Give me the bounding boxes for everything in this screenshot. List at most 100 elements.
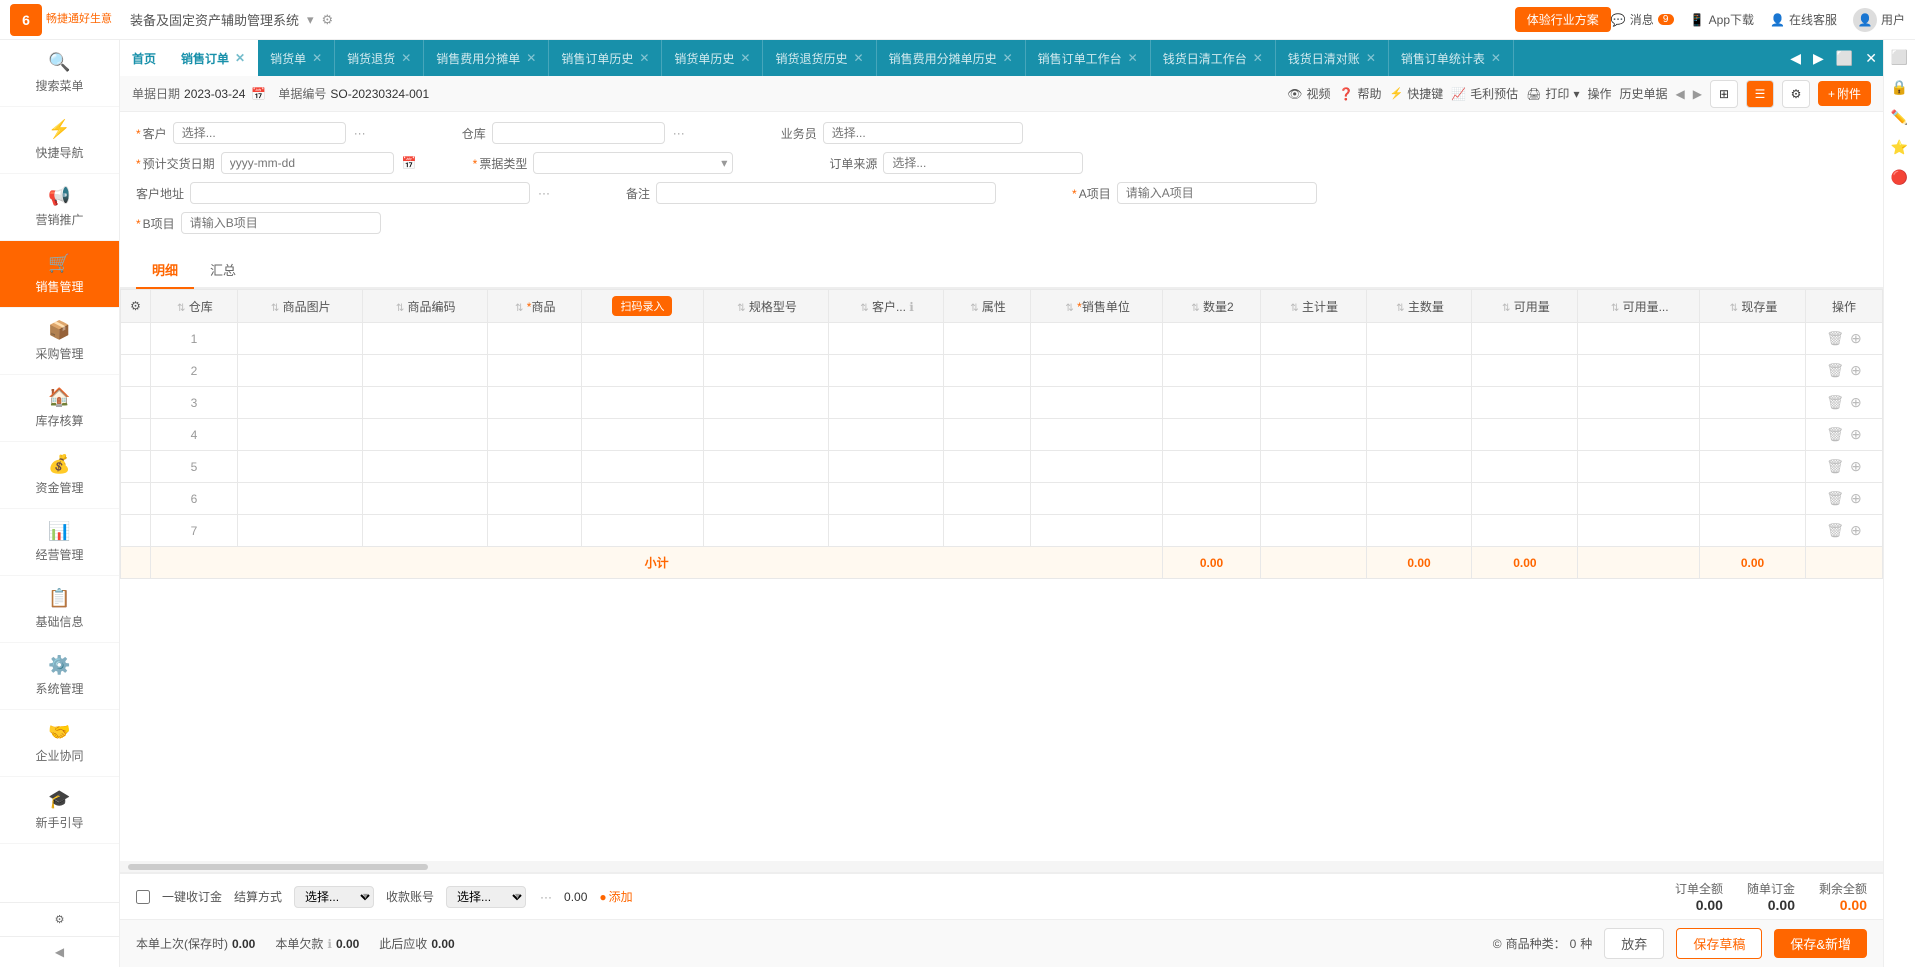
row-copy-icon[interactable]: ⊕ — [1850, 330, 1862, 347]
one-click-checkbox[interactable] — [136, 890, 150, 904]
right-panel-icon-4[interactable]: ⭐ — [1887, 134, 1913, 160]
toolbar-print[interactable]: 🖨 打印 ▾ — [1526, 85, 1579, 102]
toolbar-settings-btn[interactable]: ⚙ — [1782, 80, 1810, 108]
row-copy-icon[interactable]: ⊕ — [1850, 394, 1862, 411]
tab-return-history[interactable]: 销货退货历史 ✕ — [763, 40, 876, 76]
chevron-down-icon[interactable]: ▾ — [307, 12, 314, 28]
toolbar-history[interactable]: 历史单据 — [1619, 85, 1667, 102]
tab-next-btn[interactable]: ▶ — [1807, 50, 1830, 67]
row-delete-icon[interactable]: 🗑 — [1826, 490, 1844, 507]
calendar-icon[interactable]: 📅 — [251, 87, 266, 101]
tab-close-cash-workbench[interactable]: ✕ — [1253, 51, 1263, 65]
sidebar-item-enterprise[interactable]: 🤝 企业协同 — [0, 710, 119, 777]
toolbar-shortcut[interactable]: ⚡ 快捷键 — [1390, 85, 1444, 102]
tab-order-history[interactable]: 销售订单历史 ✕ — [549, 40, 662, 76]
right-panel-icon-5[interactable]: 🔴 — [1887, 164, 1913, 190]
discard-button[interactable]: 放弃 — [1604, 928, 1664, 959]
row-copy-icon[interactable]: ⊕ — [1850, 490, 1862, 507]
plan-button[interactable]: 体验行业方案 — [1515, 7, 1611, 32]
tab-close-return[interactable]: ✕ — [401, 51, 411, 65]
address-input[interactable] — [190, 182, 530, 204]
sidebar-settings[interactable]: ⚙ — [0, 903, 119, 936]
row-copy-icon[interactable]: ⊕ — [1850, 458, 1862, 475]
tab-cash-workbench[interactable]: 钱货日清工作台 ✕ — [1151, 40, 1276, 76]
tab-expense[interactable]: 销售费用分摊单 ✕ — [424, 40, 549, 76]
add-payment-btn[interactable]: ● 添加 — [599, 888, 632, 905]
salesperson-input[interactable] — [823, 122, 1023, 144]
tab-close-sales-invoice[interactable]: ✕ — [312, 51, 322, 65]
row-delete-icon[interactable]: 🗑 — [1826, 362, 1844, 379]
tab-invoice-history[interactable]: 销货单历史 ✕ — [662, 40, 763, 76]
sidebar-item-sales[interactable]: 🛒 销售管理 — [0, 241, 119, 308]
sidebar-item-basic[interactable]: 📋 基础信息 — [0, 576, 119, 643]
toolbar-view[interactable]: 👁 视频 — [1287, 85, 1330, 102]
detail-tab-items[interactable]: 明细 — [136, 252, 194, 289]
order-source-input[interactable] — [883, 152, 1083, 174]
save-draft-button[interactable]: 保存草稿 — [1676, 928, 1762, 959]
toolbar-list-btn[interactable]: ☰ — [1746, 80, 1774, 108]
sidebar-item-system[interactable]: ⚙️ 系统管理 — [0, 643, 119, 710]
toolbar-grid-btn[interactable]: ⊞ — [1710, 80, 1738, 108]
tab-return[interactable]: 销货退货 ✕ — [335, 40, 424, 76]
row-delete-icon[interactable]: 🗑 — [1826, 426, 1844, 443]
row-delete-icon[interactable]: 🗑 — [1826, 522, 1844, 539]
horizontal-scrollbar[interactable] — [128, 864, 428, 870]
app-download-item[interactable]: 📱 App下载 — [1690, 11, 1754, 28]
tab-sales-invoice[interactable]: 销货单 ✕ — [258, 40, 335, 76]
tab-close-sales-order[interactable]: ✕ — [235, 51, 245, 65]
tab-close-stats[interactable]: ✕ — [1491, 51, 1501, 65]
tab-prev-btn[interactable]: ◀ — [1784, 50, 1807, 67]
account-select[interactable]: 选择... — [446, 886, 526, 908]
tab-expense-history[interactable]: 销售费用分摊单历史 ✕ — [877, 40, 1026, 76]
toolbar-ops[interactable]: 操作 — [1587, 85, 1611, 102]
tab-stats[interactable]: 销售订单统计表 ✕ — [1389, 40, 1514, 76]
tab-home[interactable]: 首页 — [120, 40, 169, 76]
tab-sales-order[interactable]: 销售订单 ✕ — [169, 40, 258, 76]
detail-tab-summary[interactable]: 汇总 — [194, 252, 252, 289]
sidebar-item-guide[interactable]: 🎓 新手引导 — [0, 777, 119, 844]
sidebar-item-purchase[interactable]: 📦 采购管理 — [0, 308, 119, 375]
tab-workbench[interactable]: 销售订单工作台 ✕ — [1026, 40, 1151, 76]
user-item[interactable]: 👤 用户 — [1853, 8, 1905, 32]
row-copy-icon[interactable]: ⊕ — [1850, 362, 1862, 379]
row-delete-icon[interactable]: 🗑 — [1826, 330, 1844, 347]
project-a-input[interactable] — [1117, 182, 1317, 204]
tab-close-expense[interactable]: ✕ — [526, 51, 536, 65]
save-new-button[interactable]: 保存&新增 — [1774, 929, 1867, 958]
scan-button[interactable]: 扫码录入 — [612, 296, 672, 316]
right-panel-icon-1[interactable]: ⬜ — [1887, 44, 1913, 70]
address-more-btn[interactable]: ··· — [538, 186, 550, 200]
toolbar-profit[interactable]: 📈 毛利预估 — [1451, 85, 1518, 102]
add-attachment-btn[interactable]: + 附件 — [1818, 81, 1871, 106]
tab-close-invoice-history[interactable]: ✕ — [740, 51, 750, 65]
online-service-item[interactable]: 👤 在线客服 — [1770, 11, 1837, 28]
row-copy-icon[interactable]: ⊕ — [1850, 522, 1862, 539]
sidebar-collapse-btn[interactable]: ◀ — [0, 936, 119, 967]
tab-cash-reconcile[interactable]: 钱货日清对账 ✕ — [1276, 40, 1389, 76]
sidebar-item-operations[interactable]: 📊 经营管理 — [0, 509, 119, 576]
tab-close-workbench[interactable]: ✕ — [1128, 51, 1138, 65]
row-delete-icon[interactable]: 🗑 — [1826, 394, 1844, 411]
sidebar-item-inventory[interactable]: 🏠 库存核算 — [0, 375, 119, 442]
tab-close-order-history[interactable]: ✕ — [639, 51, 649, 65]
account-more-btn[interactable]: ··· — [540, 890, 552, 904]
tab-close-cash-reconcile[interactable]: ✕ — [1366, 51, 1376, 65]
tab-expand-btn[interactable]: ⬜ — [1830, 50, 1859, 67]
row-copy-icon[interactable]: ⊕ — [1850, 426, 1862, 443]
sidebar-item-finance[interactable]: 💰 资金管理 — [0, 442, 119, 509]
sidebar-item-search[interactable]: 🔍 搜索菜单 — [0, 40, 119, 107]
tab-close-expense-history[interactable]: ✕ — [1003, 51, 1013, 65]
warehouse-more-btn[interactable]: ··· — [673, 126, 685, 140]
toolbar-nav-prev[interactable]: ◀ — [1676, 87, 1685, 101]
message-item[interactable]: 💬 消息 9 — [1611, 11, 1674, 28]
right-panel-icon-2[interactable]: 🔒 — [1887, 74, 1913, 100]
delivery-calendar-icon[interactable]: 📅 — [402, 156, 417, 170]
delivery-input[interactable] — [221, 152, 394, 174]
toolbar-help[interactable]: ❓ 帮助 — [1339, 85, 1382, 102]
customer-input[interactable] — [173, 122, 346, 144]
sidebar-item-marketing[interactable]: 📢 营销推广 — [0, 174, 119, 241]
remark-input[interactable] — [656, 182, 996, 204]
row-delete-icon[interactable]: 🗑 — [1826, 458, 1844, 475]
right-panel-icon-3[interactable]: ✏️ — [1887, 104, 1913, 130]
method-select[interactable]: 选择... — [294, 886, 374, 908]
